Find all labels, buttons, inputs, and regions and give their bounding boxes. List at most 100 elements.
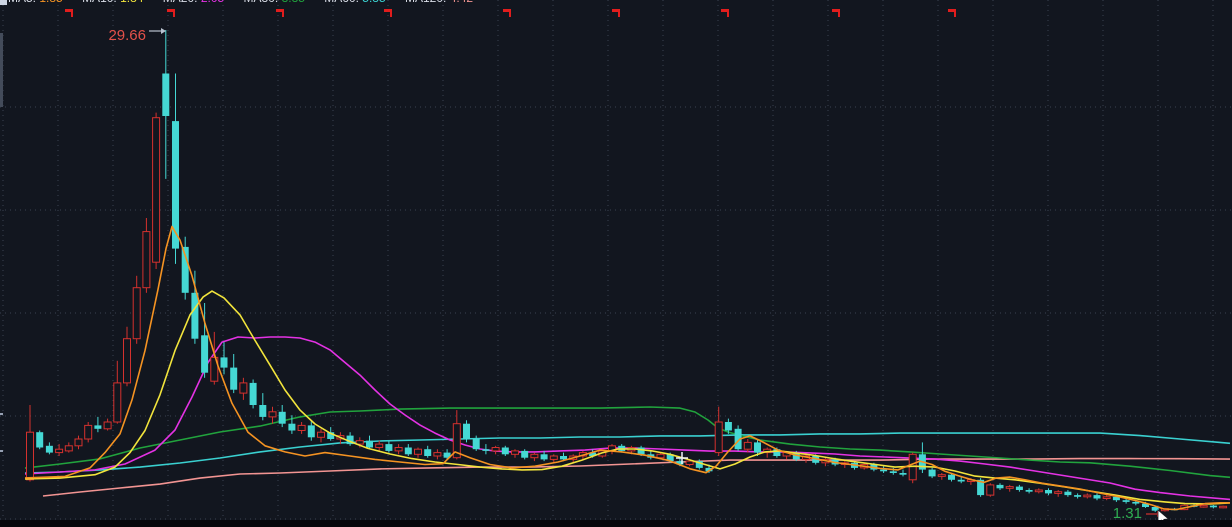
candle-down [1045,490,1052,493]
bottom-axis-strip [0,520,1232,527]
ma-legend: MA5: 1.85 MA10: 1.84 MA20: 2.05 MA30: 3.… [8,0,489,5]
candle-up [987,485,994,495]
candle-up [1035,490,1042,492]
candle-up [395,448,402,451]
candle-up [56,449,63,452]
candle-up [318,432,325,437]
candle-down [308,425,315,437]
candle-down [1016,487,1023,490]
candle-down [1064,492,1071,495]
candle-down [36,432,43,447]
candle-down [259,405,266,417]
candle-up [550,456,557,459]
candle-up [1006,487,1013,489]
candle-down [201,335,208,372]
candle-down [1123,500,1130,502]
legend-item-ma30: MA30: 3.35 [244,0,305,5]
candle-down [997,485,1004,488]
candle-down [638,448,645,455]
candle-up [124,339,131,383]
candle-up [133,288,140,339]
candle-down [880,470,887,472]
candle-down [366,441,373,448]
candle-up [744,442,751,449]
legend-item-ma5: MA5: 1.85 [8,0,63,5]
candle-up [75,439,82,446]
event-flag-icon [832,9,840,17]
candle-up [240,383,247,393]
candle-up [298,425,305,430]
candle-up [153,118,160,263]
candle-up [492,448,499,451]
event-flag-icon [276,9,284,17]
kline-chart[interactable]: 29.661.31 [0,0,1232,527]
candle-down [385,444,392,451]
candle-down [754,442,761,452]
legend-item-ma120: MA120: 4.42 [405,0,473,5]
stock-chart-app: 29.661.31 MA5: 1.85 MA10: 1.84 MA20: 2.0… [0,0,1232,527]
candle-down [1132,502,1139,504]
candle-down [482,449,489,451]
event-flag-icon [612,9,620,17]
legend-item-ma20: MA20: 2.05 [163,0,224,5]
axis-tick [0,413,3,415]
candle-up [85,425,92,439]
candle-up [65,446,72,451]
high-arrow-icon [161,28,166,34]
candle-up [104,422,111,429]
candle-down [948,475,955,480]
candle-down [250,383,257,405]
legend-item-ma10: MA10: 1.84 [82,0,143,5]
candle-down [94,425,101,428]
event-flags [65,9,956,17]
candle-down [46,446,53,453]
candles-layer [27,30,1227,512]
event-flag-icon [948,9,956,17]
ma-line-ma30 [25,407,1230,477]
candle-up [686,461,693,464]
candle-down [560,456,567,459]
candle-down [424,449,431,456]
candle-up [1055,492,1062,494]
candle-down [288,424,295,431]
candle-down [929,470,936,477]
event-flag-icon [503,9,511,17]
candle-down [463,424,470,439]
candle-down [191,293,198,339]
candle-up [1084,495,1091,497]
candle-down [230,368,237,390]
candle-up [376,444,383,447]
axis-tick [0,450,3,452]
candle-down [1074,495,1081,497]
candle-down [221,357,228,367]
event-flag-icon [721,9,729,17]
candle-down [958,480,965,482]
high-price-label: 29.66 [108,27,146,44]
candle-down [162,74,169,117]
candle-down [900,473,907,475]
left-scrollbar[interactable] [0,33,3,107]
legend-item-ma60: MA60: 5.35 [324,0,385,5]
candle-down [890,471,897,473]
candle-up [715,422,722,453]
candle-down [279,412,286,424]
candle-up [1103,497,1110,499]
candle-up [269,412,276,417]
ma-line-ma10 [25,291,1230,504]
candle-down [725,422,732,431]
candle-down [405,448,412,455]
candle-up [512,451,519,454]
candle-up [1220,506,1227,508]
candle-up [415,449,422,454]
candle-up [143,232,150,288]
candle-up [434,453,441,456]
candle-down [1026,490,1033,492]
candle-down [541,454,548,459]
event-flag-icon [65,9,73,17]
candle-up [657,454,664,457]
candle-up [1200,506,1207,508]
candle-down [1210,506,1217,508]
candle-down [1094,495,1101,498]
candle-up [938,475,945,477]
candle-up [531,454,538,457]
